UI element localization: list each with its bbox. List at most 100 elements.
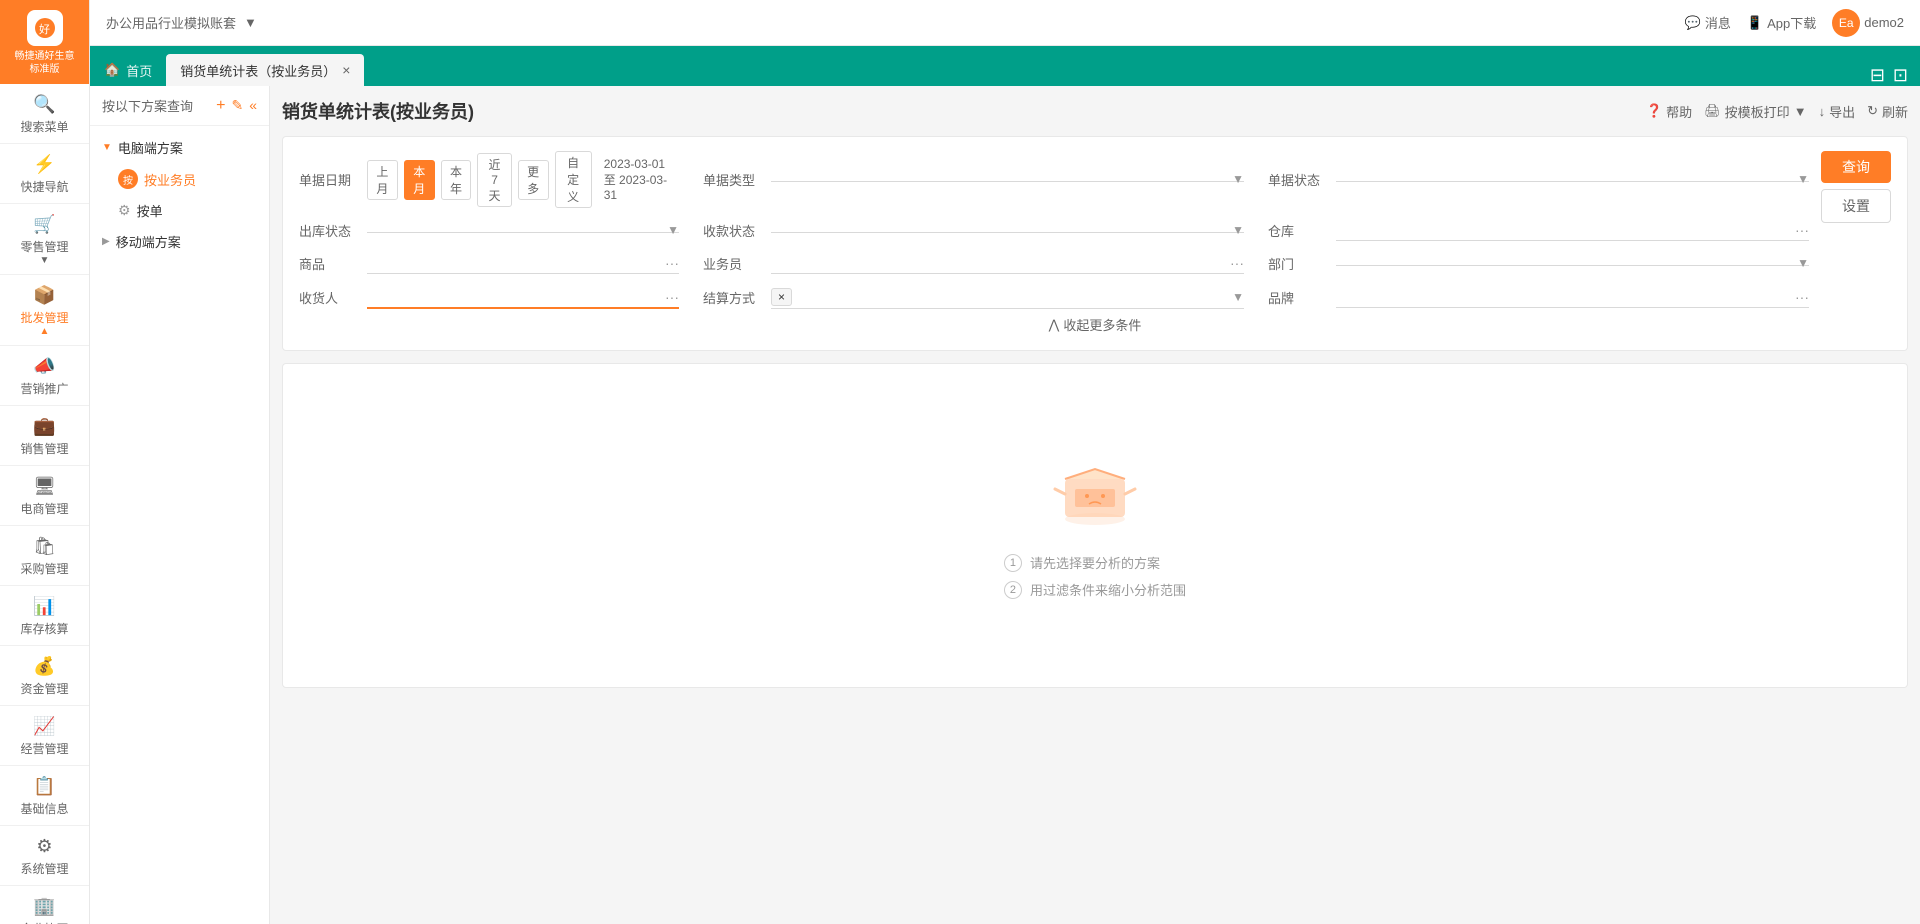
breadcrumb-chevron[interactable]: ▼ bbox=[244, 15, 257, 30]
refresh-action[interactable]: ↻ 刷新 bbox=[1867, 102, 1908, 121]
export-action[interactable]: ↓ 导出 bbox=[1819, 102, 1856, 121]
date-btn-last7[interactable]: 近7天 bbox=[477, 153, 511, 207]
settlement-tag[interactable]: × bbox=[771, 288, 792, 306]
tree-child-by-order[interactable]: ⚙ 按单 bbox=[90, 195, 269, 226]
shortcut-icon: ⚡ bbox=[33, 154, 55, 175]
docstatus-select[interactable]: ▼ bbox=[1336, 177, 1809, 182]
tab-home[interactable]: 🏠 首页 bbox=[90, 54, 166, 86]
sidebar-item-purchase[interactable]: 🛍 采购管理 bbox=[0, 526, 89, 586]
brand-input[interactable]: ··· bbox=[1336, 287, 1809, 308]
sidebar-item-system[interactable]: ⚙ 系统管理 bbox=[0, 826, 89, 886]
page-title: 销货单统计表(按业务员) bbox=[282, 98, 474, 124]
tree-arrow-desktop: ▼ bbox=[102, 142, 112, 153]
sidebar-item-marketing[interactable]: 📣 营销推广 bbox=[0, 346, 89, 406]
brand-label: 品牌 bbox=[1268, 288, 1328, 307]
template-print-action[interactable]: 🖨 按模板打印 ▼ bbox=[1704, 102, 1806, 121]
sidebar-item-enterprise[interactable]: 🏢 企业协同 bbox=[0, 886, 89, 924]
date-btn-this-year[interactable]: 本年 bbox=[441, 160, 472, 200]
date-range: 2023-03-01 至 2023-03-31 bbox=[604, 157, 679, 202]
help-icon: ❓ bbox=[1646, 103, 1662, 119]
sales-icon: 💼 bbox=[33, 416, 55, 437]
retail-icon: 🛒 bbox=[33, 214, 55, 235]
date-btn-this-month[interactable]: 本月 bbox=[404, 160, 435, 200]
tab-sales-stat[interactable]: 销货单统计表（按业务员） × bbox=[166, 54, 364, 86]
sidebar-item-shortcut[interactable]: ⚡ 快捷导航 bbox=[0, 144, 89, 204]
filter-warehouse-item: 仓库 ··· bbox=[1268, 220, 1809, 241]
brand-dots-btn[interactable]: ··· bbox=[1795, 289, 1809, 305]
date-btn-more[interactable]: 更多 bbox=[518, 160, 549, 200]
filter-docstatus-item: 单据状态 ▼ bbox=[1268, 170, 1809, 189]
right-content: 销货单统计表(按业务员) ❓ 帮助 🖨 按模板打印 ▼ ↓ 导出 bbox=[270, 86, 1920, 924]
step-num-1: 1 bbox=[1004, 554, 1022, 572]
outstatus-chevron-icon: ▼ bbox=[667, 223, 679, 237]
docstatus-chevron-icon: ▼ bbox=[1797, 172, 1809, 186]
collectstatus-select[interactable]: ▼ bbox=[771, 228, 1244, 233]
date-filter: 上月 本月 本年 近7天 更多 自定义 2023-03-01 至 2023-03… bbox=[367, 151, 679, 208]
sidebar-item-wholesale[interactable]: 📦 批发管理 ▲ bbox=[0, 275, 89, 346]
order-icon: ⚙ bbox=[118, 202, 131, 219]
left-panel-actions: + ✎ « bbox=[216, 97, 257, 115]
filter-card: 单据日期 上月 本月 本年 近7天 更多 自定义 2023-03-01 至 20… bbox=[282, 136, 1908, 351]
sidebar-item-inventory[interactable]: 📊 库存核算 bbox=[0, 586, 89, 646]
operation-icon: 📈 bbox=[33, 716, 55, 737]
sidebar-item-search[interactable]: 🔍 搜索菜单 bbox=[0, 84, 89, 144]
sidebar-item-basic[interactable]: 📋 基础信息 bbox=[0, 766, 89, 826]
top-bar: 办公用品行业模拟账套 ▼ 💬 消息 📱 App下载 Ea demo2 bbox=[90, 0, 1920, 46]
tab-close-btn[interactable]: × bbox=[342, 62, 350, 78]
dept-select[interactable]: ▼ bbox=[1336, 261, 1809, 266]
print-icon: 🖨 bbox=[1704, 103, 1721, 119]
app-download-icon: 📱 bbox=[1747, 15, 1763, 31]
query-btn[interactable]: 查询 bbox=[1821, 151, 1891, 183]
tree-item-mobile[interactable]: ▶ 移动端方案 bbox=[90, 226, 269, 257]
edit-scheme-btn[interactable]: ✎ bbox=[231, 97, 243, 115]
date-btn-last-month[interactable]: 上月 bbox=[367, 160, 398, 200]
empty-state: 1 请先选择要分析的方案 2 用过滤条件来缩小分析范围 bbox=[282, 363, 1908, 688]
refresh-icon: ↻ bbox=[1867, 103, 1878, 119]
sidebar-item-ecommerce[interactable]: 🖥 电商管理 bbox=[0, 466, 89, 526]
receiver-dots-btn[interactable]: ··· bbox=[665, 289, 679, 305]
marketing-icon: 📣 bbox=[33, 356, 55, 377]
warehouse-dots-btn[interactable]: ··· bbox=[1795, 222, 1809, 238]
sidebar-item-operation[interactable]: 📈 经营管理 bbox=[0, 706, 89, 766]
tree-section: ▼ 电脑端方案 按 按业务员 ⚙ 按单 ▶ 移动端方案 bbox=[90, 126, 269, 263]
staff-input[interactable]: ··· bbox=[771, 253, 1244, 274]
date-btn-custom[interactable]: 自定义 bbox=[555, 151, 592, 208]
sidebar-item-finance[interactable]: 💰 资金管理 bbox=[0, 646, 89, 706]
message-btn[interactable]: 💬 消息 bbox=[1685, 13, 1731, 32]
app-download-btn[interactable]: 📱 App下载 bbox=[1747, 13, 1816, 32]
avatar: Ea bbox=[1832, 9, 1860, 37]
staff-dots-btn[interactable]: ··· bbox=[1230, 255, 1244, 271]
warehouse-input[interactable]: ··· bbox=[1336, 220, 1809, 241]
goods-input[interactable]: ··· bbox=[367, 253, 679, 274]
window-maximize-btn[interactable]: ⊡ bbox=[1893, 65, 1908, 86]
sidebar-item-retail[interactable]: 🛒 零售管理 ▼ bbox=[0, 204, 89, 275]
filter-goods-item: 商品 ··· bbox=[299, 253, 679, 274]
add-scheme-btn[interactable]: + bbox=[216, 97, 225, 115]
query-buttons: 查询 设置 bbox=[1821, 151, 1891, 223]
empty-step-1: 1 请先选择要分析的方案 bbox=[1004, 553, 1186, 572]
dept-chevron-icon: ▼ bbox=[1797, 256, 1809, 270]
search-icon: 🔍 bbox=[33, 94, 55, 115]
filter-receiver-item: 收货人 ··· bbox=[299, 287, 679, 309]
help-action[interactable]: ❓ 帮助 bbox=[1646, 102, 1692, 121]
left-panel-header: 按以下方案查询 + ✎ « bbox=[90, 86, 269, 126]
sidebar: 好 畅捷通好生意 标准版 🔍 搜索菜单 ⚡ 快捷导航 🛒 零售管理 ▼ 📦 批发… bbox=[0, 0, 90, 924]
sidebar-item-sales[interactable]: 💼 销售管理 bbox=[0, 406, 89, 466]
outstatus-select[interactable]: ▼ bbox=[367, 228, 679, 233]
doctype-select[interactable]: ▼ bbox=[771, 177, 1244, 182]
goods-dots-btn[interactable]: ··· bbox=[665, 255, 679, 271]
settlement-select[interactable]: × ▼ bbox=[771, 286, 1244, 309]
collapse-btn[interactable]: ⋀ 收起更多条件 bbox=[1049, 315, 1142, 334]
filter-settlement-item: 结算方式 × ▼ bbox=[703, 286, 1244, 309]
settings-btn[interactable]: 设置 bbox=[1821, 189, 1891, 223]
tree-child-by-staff[interactable]: 按 按业务员 bbox=[90, 163, 269, 195]
empty-step-2: 2 用过滤条件来缩小分析范围 bbox=[1004, 580, 1186, 599]
enterprise-icon: 🏢 bbox=[33, 896, 55, 917]
user-profile[interactable]: Ea demo2 bbox=[1832, 9, 1904, 37]
logo-icon: 好 bbox=[27, 10, 63, 46]
window-minimize-btn[interactable]: ⊟ bbox=[1870, 65, 1885, 86]
tree-item-desktop[interactable]: ▼ 电脑端方案 bbox=[90, 132, 269, 163]
receiver-input[interactable]: ··· bbox=[367, 287, 679, 309]
warehouse-label: 仓库 bbox=[1268, 221, 1328, 240]
collapse-panel-btn[interactable]: « bbox=[249, 97, 257, 115]
